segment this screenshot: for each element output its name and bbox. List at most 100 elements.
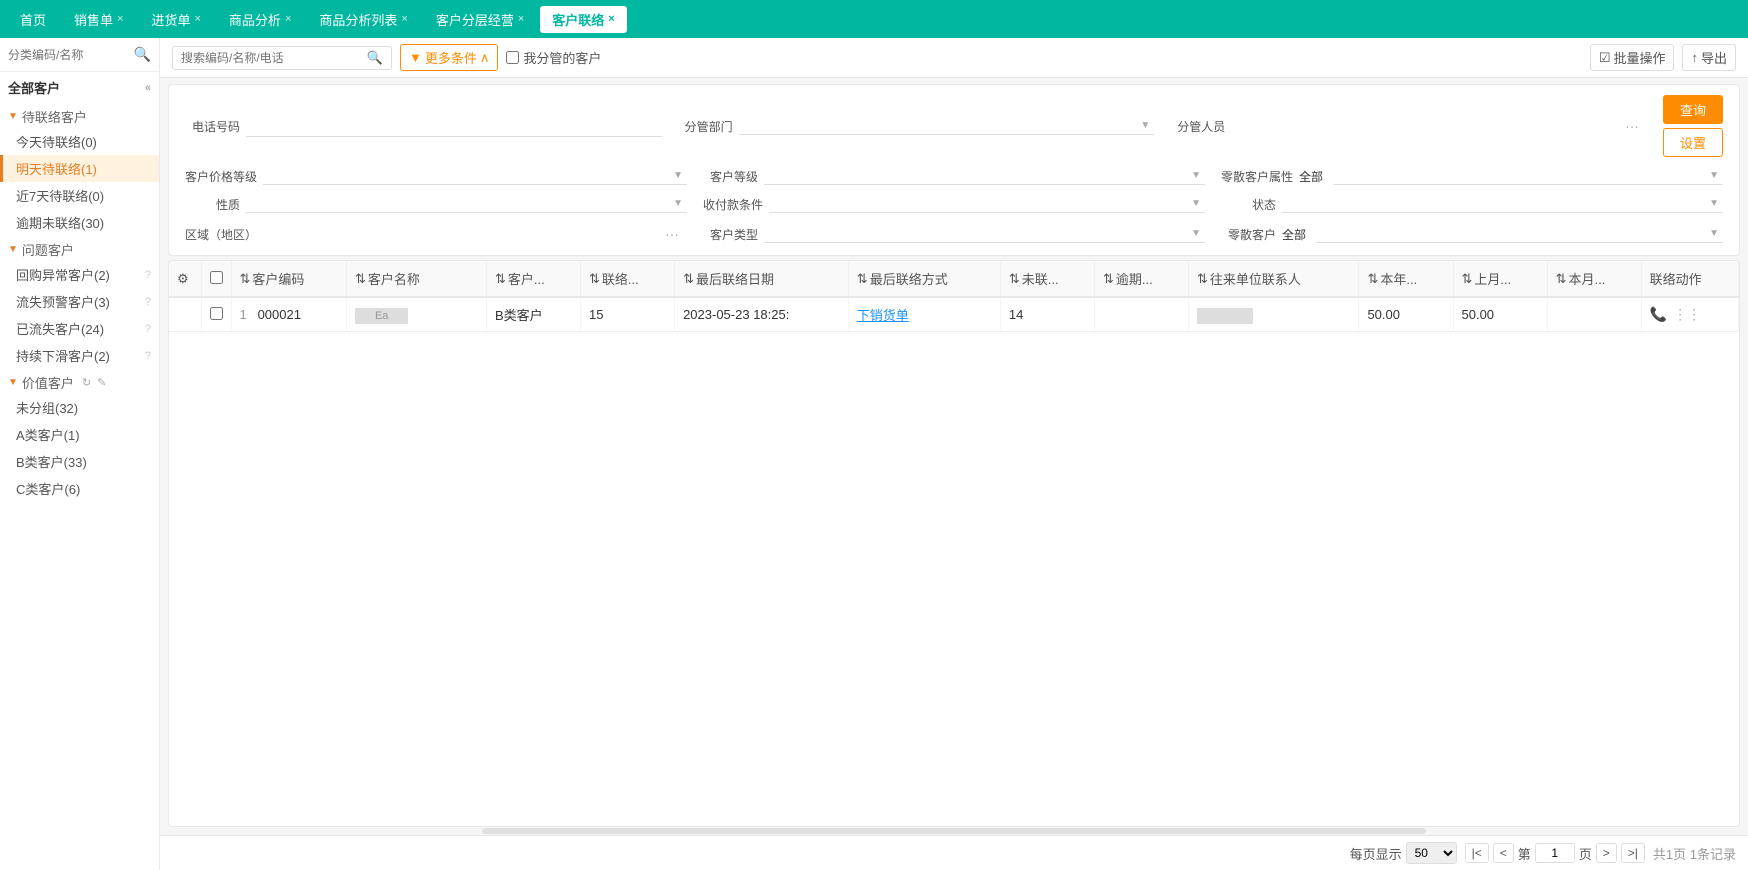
sidebar-item-ungrouped[interactable]: 未分组(32) <box>0 394 159 421</box>
filter-gender-select[interactable]: ▼ <box>246 195 687 213</box>
last-contact-method-link[interactable]: 下销货单 <box>857 308 909 323</box>
table-select-all-checkbox[interactable] <box>210 271 223 284</box>
nav-purchase[interactable]: 进货单 × <box>139 6 212 33</box>
col-contacts[interactable]: ⇅ 联络... <box>581 261 675 297</box>
col-ty-sort-icon: ⇅ <box>1367 271 1378 287</box>
col-settings[interactable]: ⚙ <box>169 261 201 297</box>
filter-status-select[interactable]: ▼ <box>1282 195 1723 213</box>
sidebar-item-b-class[interactable]: B类客户(33) <box>0 448 159 475</box>
area-dots-icon[interactable]: ··· <box>661 226 683 242</box>
filter-more-btn[interactable]: ▼ 更多条件 ∧ <box>400 44 498 71</box>
help-icon-churn-warning: ? <box>145 296 151 308</box>
search-icon[interactable]: 🔍 <box>367 50 383 66</box>
all-customers-header[interactable]: 全部客户 « <box>0 72 159 103</box>
main-layout: 🔍 全部客户 « ▼ 待联络客户 今天待联络(0) 明天待联络(1) 近7天待联… <box>0 38 1748 870</box>
page-input[interactable] <box>1535 843 1575 863</box>
sidebar-item-churn-warning[interactable]: 流失预警客户(3) ? <box>0 288 159 315</box>
sidebar-item-declining[interactable]: 持续下滑客户(2) ? <box>0 342 159 369</box>
nav-product-list-close[interactable]: × <box>401 13 407 25</box>
prev-page-btn[interactable]: < <box>1493 843 1514 863</box>
sidebar-item-churned[interactable]: 已流失客户(24) ? <box>0 315 159 342</box>
export-btn[interactable]: ↑ 导出 <box>1682 44 1736 71</box>
search-box[interactable]: 🔍 <box>172 46 392 70</box>
action-more-icon[interactable]: ⋮⋮ <box>1673 306 1701 323</box>
batch-operation-btn[interactable]: ☑ 批量操作 <box>1590 44 1675 71</box>
td-unit-contact <box>1189 297 1359 332</box>
search-input[interactable] <box>181 51 363 65</box>
value-edit-icon[interactable]: ✎ <box>97 376 106 389</box>
nav-customer-contact-close[interactable]: × <box>608 13 614 25</box>
td-settings <box>169 297 201 332</box>
scrollbar-thumb[interactable] <box>482 828 1425 834</box>
filter-customer-grade-select[interactable]: ▼ <box>764 167 1205 185</box>
nav-sales-close[interactable]: × <box>117 13 123 25</box>
col-name[interactable]: ⇅ 客户名称 <box>346 261 486 297</box>
page-unit-label: 页 <box>1579 844 1592 863</box>
manager-dots-icon[interactable]: ··· <box>1621 118 1643 134</box>
sidebar-search-icon[interactable]: 🔍 <box>134 46 151 63</box>
filter-price-grade-select[interactable]: ▼ <box>263 167 687 185</box>
col-last-month[interactable]: ⇅ 上月... <box>1453 261 1547 297</box>
col-code[interactable]: ⇅ 客户编码 <box>231 261 346 297</box>
my-customers-checkbox-label[interactable]: 我分管的客户 <box>506 48 601 67</box>
nav-home[interactable]: 首页 <box>8 6 58 33</box>
sidebar-item-c-class[interactable]: C类客户(6) <box>0 475 159 502</box>
col-unit-contact[interactable]: ⇅ 往来单位联系人 <box>1189 261 1359 297</box>
col-last-contact-date[interactable]: ⇅ 最后联络日期 <box>675 261 849 297</box>
filter-area-select[interactable]: ··· <box>263 223 687 245</box>
sidebar-search-input[interactable] <box>8 48 130 62</box>
col-not-contacted[interactable]: ⇅ 未联... <box>1000 261 1094 297</box>
col-last-contact-method[interactable]: ⇅ 最后联络方式 <box>848 261 1000 297</box>
sidebar-item-a-class[interactable]: A类客户(1) <box>0 421 159 448</box>
col-lcm-sort-icon: ⇅ <box>857 271 868 287</box>
last-page-btn[interactable]: >| <box>1621 843 1645 863</box>
filter-retail-customer-field: 零散客户 全部 ▼ <box>1221 225 1723 243</box>
filter-customer-type-select[interactable]: ▼ <box>764 225 1205 243</box>
export-icon: ↑ <box>1691 50 1698 65</box>
col-type[interactable]: ⇅ 客户... <box>486 261 580 297</box>
row-checkbox[interactable] <box>210 307 223 320</box>
footer-total-label: 共1页 1条记录 <box>1653 844 1736 863</box>
sidebar-item-overdue[interactable]: 逾期未联络(30) <box>0 209 159 236</box>
sidebar-item-repurchase-abnormal[interactable]: 回购异常客户(2) ? <box>0 261 159 288</box>
settings-gear-icon[interactable]: ⚙ <box>177 271 189 287</box>
filter-phone-input[interactable] <box>246 116 662 137</box>
nav-customer-contact[interactable]: 客户联络 × <box>540 6 626 33</box>
query-btn[interactable]: 查询 <box>1663 95 1723 124</box>
col-overdue[interactable]: ⇅ 逾期... <box>1094 261 1188 297</box>
filter-manager-select[interactable]: ··· <box>1231 115 1647 137</box>
nav-customer-tier[interactable]: 客户分层经营 × <box>424 6 536 33</box>
scroll-area <box>168 827 1740 835</box>
page-size-select[interactable]: 50 100 200 <box>1406 842 1457 864</box>
nav-product-analysis[interactable]: 商品分析 × <box>217 6 303 33</box>
col-this-month[interactable]: ⇅ 本月... <box>1547 261 1641 297</box>
nav-purchase-close[interactable]: × <box>194 13 200 25</box>
nav-product-list[interactable]: 商品分析列表 × <box>307 6 419 33</box>
td-last-month: 50.00 <box>1453 297 1547 332</box>
sidebar-item-today[interactable]: 今天待联络(0) <box>0 128 159 155</box>
sidebar-item-tomorrow[interactable]: 明天待联络(1) <box>0 155 159 182</box>
nav-customer-tier-close[interactable]: × <box>518 13 524 25</box>
my-customers-checkbox[interactable] <box>506 51 519 64</box>
col-od-sort-icon: ⇅ <box>1103 271 1114 287</box>
value-refresh-icon[interactable]: ↻ <box>82 376 91 389</box>
filter-payment-select[interactable]: ▼ <box>769 195 1205 213</box>
filter-area-label: 区域（地区） <box>185 226 257 243</box>
first-page-btn[interactable]: |< <box>1465 843 1489 863</box>
action-phone-icon[interactable]: 📞 <box>1650 306 1667 323</box>
filter-dept-select[interactable]: ▼ <box>739 117 1155 135</box>
value-group-label: ▼ 价值客户 ↻ ✎ <box>0 369 159 394</box>
set-btn[interactable]: 设置 <box>1663 128 1723 157</box>
page-size-label: 每页显示 <box>1350 844 1402 863</box>
filter-retail-attr-select[interactable]: ▼ <box>1333 167 1723 185</box>
sidebar-item-7days[interactable]: 近7天待联络(0) <box>0 182 159 209</box>
nav-sales[interactable]: 销售单 × <box>62 6 135 33</box>
filter-customer-type-field: 客户类型 ▼ <box>703 225 1205 243</box>
filter-price-grade-label: 客户价格等级 <box>185 168 257 185</box>
nav-product-analysis-close[interactable]: × <box>285 13 291 25</box>
next-page-btn[interactable]: > <box>1596 843 1617 863</box>
td-num-code: 1 000021 <box>231 297 346 332</box>
td-contacts: 15 <box>581 297 675 332</box>
col-this-year[interactable]: ⇅ 本年... <box>1359 261 1453 297</box>
filter-retail-customer-select[interactable]: ▼ <box>1316 225 1723 243</box>
